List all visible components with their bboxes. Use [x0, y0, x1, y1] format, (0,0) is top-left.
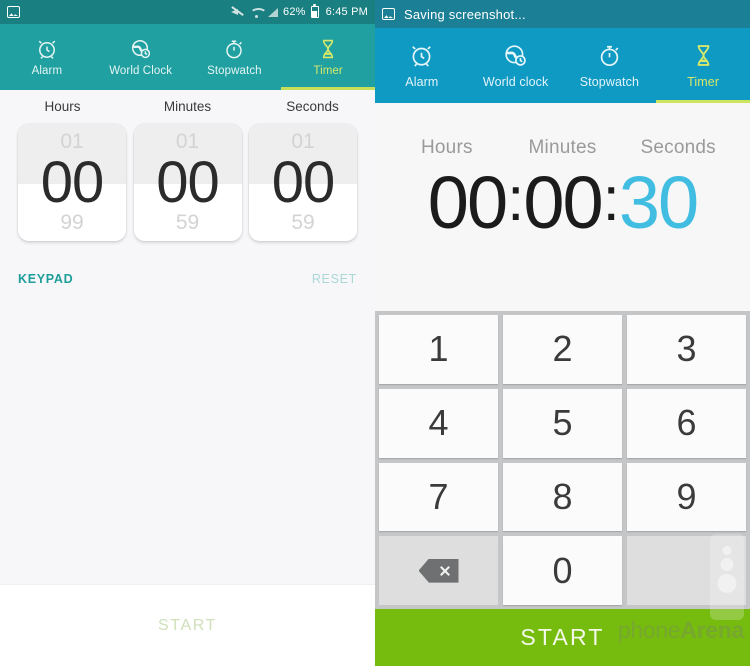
alarm-clock-icon	[408, 42, 435, 69]
picker-column-labels: Hours Minutes Seconds	[0, 99, 375, 114]
tab-world-clock[interactable]: World clock	[469, 28, 563, 103]
numeric-keypad: 1 2 3 4 5 6 7 8 9 0	[375, 311, 750, 609]
clock-time: 6:45 PM	[325, 6, 368, 18]
tab-timer-label: Timer	[687, 75, 720, 89]
stopwatch-icon	[222, 37, 246, 61]
battery-icon	[310, 4, 319, 18]
tab-alarm-label: Alarm	[31, 65, 63, 77]
image-icon	[382, 8, 395, 20]
dual-screenshot-comparison: 62% 6:45 PM Alarm World Clock Stopwatch …	[0, 0, 750, 666]
picker-label-minutes: Minutes	[163, 99, 212, 114]
right-timer-body: Hours Minutes Seconds 00 : 00 : 30 1 2 3…	[375, 103, 750, 666]
globe-clock-icon	[502, 42, 529, 69]
wifi-icon	[250, 7, 267, 18]
display-label-seconds: Seconds	[640, 137, 716, 158]
tab-alarm[interactable]: Alarm	[0, 24, 94, 90]
display-seconds-value: 30	[618, 161, 699, 244]
right-phone-screen: Saving screenshot... Alarm World clock S…	[375, 0, 750, 666]
backspace-icon	[418, 558, 459, 583]
hourglass-icon	[690, 42, 717, 69]
battery-percent: 62%	[283, 6, 306, 18]
key-0[interactable]: 0	[503, 536, 622, 605]
tab-world-clock[interactable]: World Clock	[94, 24, 188, 90]
tab-alarm[interactable]: Alarm	[375, 28, 469, 103]
reset-button[interactable]: RESET	[312, 272, 357, 286]
key-empty	[627, 536, 746, 605]
display-hours-value: 00	[427, 161, 508, 244]
key-6[interactable]: 6	[627, 388, 746, 458]
right-tab-bar: Alarm World clock Stopwatch Timer	[375, 28, 750, 103]
tab-timer-label: Timer	[313, 65, 343, 77]
key-5[interactable]: 5	[503, 388, 622, 458]
left-start-bar[interactable]: START	[0, 584, 375, 666]
tab-stopwatch[interactable]: Stopwatch	[563, 28, 657, 103]
timer-display: 00 : 00 : 30	[375, 161, 750, 244]
key-7[interactable]: 7	[379, 462, 498, 532]
key-backspace[interactable]	[379, 536, 498, 605]
saving-screenshot-text: Saving screenshot...	[404, 6, 526, 22]
tab-stopwatch-label: Stopwatch	[579, 75, 640, 89]
key-9[interactable]: 9	[627, 462, 746, 532]
left-status-bar: 62% 6:45 PM	[0, 0, 375, 24]
display-label-hours: Hours	[420, 137, 473, 158]
display-separator-1: :	[507, 165, 524, 235]
key-2[interactable]: 2	[503, 315, 622, 384]
status-indicators: 62% 6:45 PM	[231, 4, 368, 18]
mute-icon	[231, 6, 245, 18]
hourglass-icon	[316, 37, 340, 61]
alarm-clock-icon	[35, 37, 59, 61]
display-minutes-value: 00	[523, 161, 603, 244]
left-phone-screen: 62% 6:45 PM Alarm World Clock Stopwatch …	[0, 0, 375, 666]
picker-seconds-next: 59	[291, 211, 315, 234]
globe-clock-icon	[129, 37, 153, 61]
picker-actions-row: KEYPAD RESET	[18, 272, 357, 286]
tab-timer[interactable]: Timer	[281, 24, 375, 90]
right-start-label: START	[520, 624, 605, 650]
stopwatch-icon	[596, 42, 623, 69]
picker-hours[interactable]: 01 00 99	[18, 124, 126, 241]
left-start-label: START	[158, 616, 217, 634]
picker-seconds[interactable]: 01 00 59	[249, 124, 357, 241]
right-start-button[interactable]: START	[375, 609, 750, 666]
picker-minutes[interactable]: 01 00 59	[133, 124, 242, 241]
picker-hours-value: 00	[40, 149, 105, 215]
display-label-minutes: Minutes	[528, 137, 597, 158]
tab-stopwatch[interactable]: Stopwatch	[188, 24, 282, 90]
left-timer-body: Hours Minutes Seconds 01 00 99 01 00 59 …	[0, 90, 375, 666]
picker-label-seconds: Seconds	[286, 99, 339, 114]
tab-world-clock-label: World Clock	[109, 65, 173, 77]
image-icon	[7, 6, 20, 18]
display-column-labels: Hours Minutes Seconds	[375, 137, 750, 159]
picker-label-hours: Hours	[44, 99, 81, 114]
tab-alarm-label: Alarm	[405, 75, 439, 89]
picker-minutes-value: 00	[156, 149, 220, 215]
picker-minutes-next: 59	[175, 211, 200, 234]
picker-hours-next: 99	[60, 211, 84, 234]
key-1[interactable]: 1	[379, 315, 498, 384]
picker-seconds-value: 00	[271, 149, 336, 215]
display-separator-2: :	[602, 165, 620, 235]
keypad-button[interactable]: KEYPAD	[18, 272, 73, 286]
tab-world-clock-label: World clock	[482, 75, 549, 89]
left-tab-bar: Alarm World Clock Stopwatch Timer	[0, 24, 375, 90]
key-8[interactable]: 8	[503, 462, 622, 532]
signal-icon	[268, 7, 278, 17]
right-status-bar: Saving screenshot...	[375, 0, 750, 28]
key-4[interactable]: 4	[379, 388, 498, 458]
key-3[interactable]: 3	[627, 315, 746, 384]
tab-timer[interactable]: Timer	[656, 28, 750, 103]
tab-stopwatch-label: Stopwatch	[207, 65, 262, 77]
time-picker-row: 01 00 99 01 00 59 01 00 59	[18, 124, 357, 241]
